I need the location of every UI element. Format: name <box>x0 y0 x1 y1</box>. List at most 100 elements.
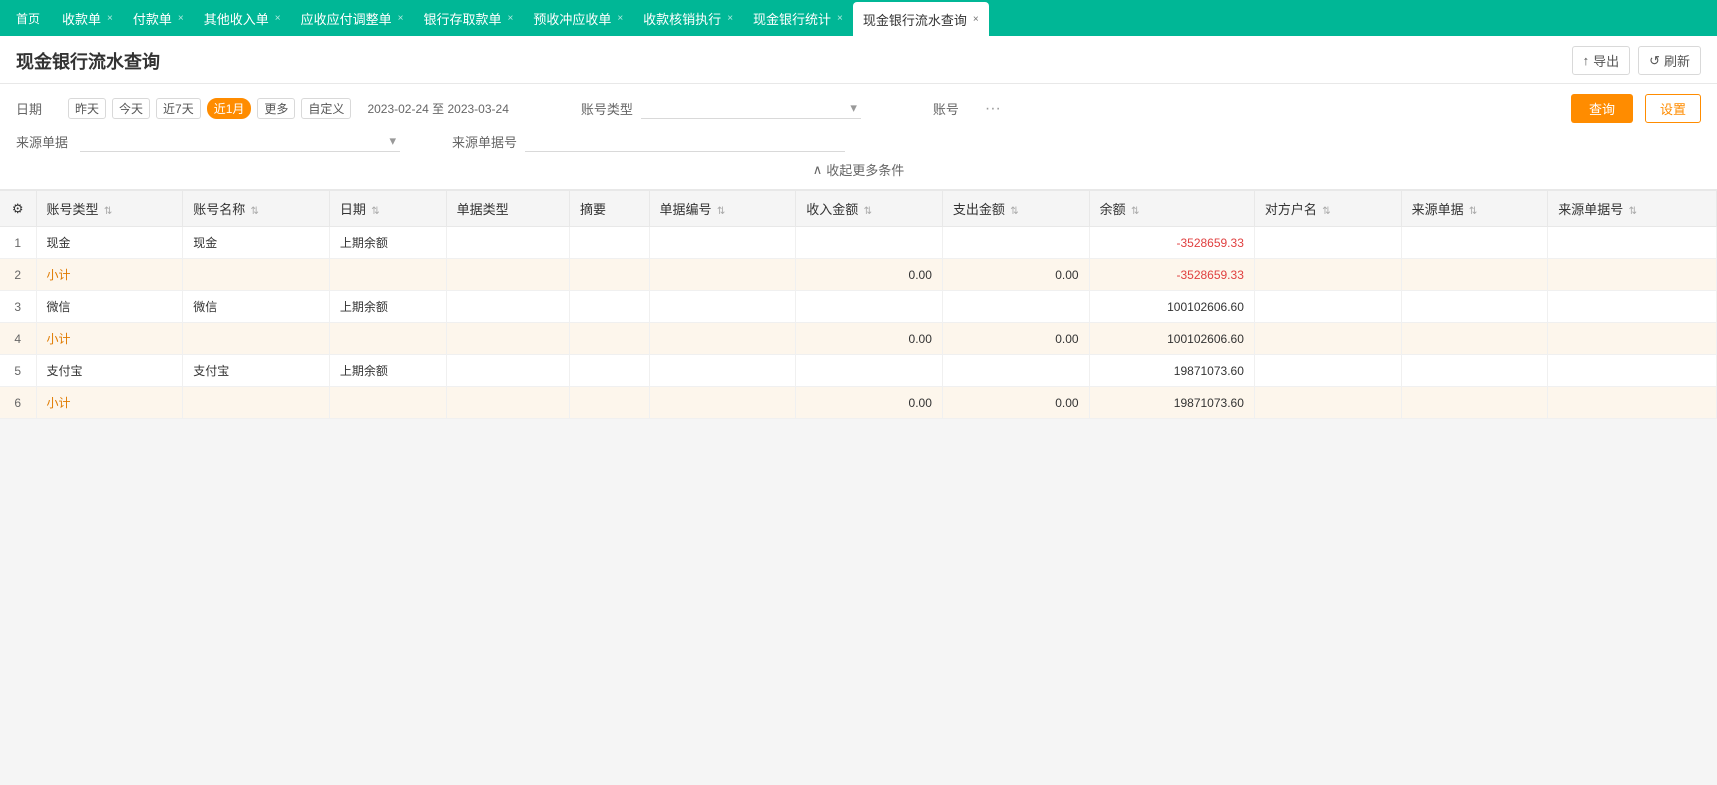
page-header: 现金银行流水查询 ↑ 导出 ↺ 刷新 <box>0 36 1717 84</box>
date-btn-yesterday[interactable]: 昨天 <box>68 98 106 119</box>
export-button[interactable]: ↑ 导出 <box>1572 46 1631 75</box>
cell-source-doc <box>1401 355 1548 387</box>
refresh-button[interactable]: ↺ 刷新 <box>1638 46 1701 75</box>
source-doc-chevron-icon: ▾ <box>389 133 396 149</box>
close-tab-4[interactable]: × <box>507 13 513 24</box>
cell-counterpart <box>1254 259 1401 291</box>
close-tab-2[interactable]: × <box>275 13 281 24</box>
close-tab-0[interactable]: × <box>107 13 113 24</box>
col-counterpart[interactable]: 对方户名 ⇅ <box>1254 191 1401 227</box>
cell-expense: 0.00 <box>942 323 1089 355</box>
cell-expense: 0.00 <box>942 259 1089 291</box>
close-tab-8[interactable]: × <box>973 14 979 25</box>
cell-balance: -3528659.33 <box>1089 259 1254 291</box>
date-range-display: 2023-02-24 至 2023-03-24 <box>367 100 508 117</box>
cell-balance: 19871073.60 <box>1089 355 1254 387</box>
nav-tab-6[interactable]: 收款核销执行 × <box>633 0 743 36</box>
close-tab-3[interactable]: × <box>398 13 404 24</box>
nav-tab-1[interactable]: 付款单 × <box>123 0 194 36</box>
row-num: 6 <box>0 387 36 419</box>
nav-tab-8[interactable]: 现金银行流水查询 × <box>853 2 989 36</box>
cell-doc-type <box>446 227 569 259</box>
cell-doc-no <box>649 227 796 259</box>
sort-icon-balance: ⇅ <box>1131 206 1139 217</box>
table-row: 1 现金 现金 上期余额 -3528659.33 <box>0 227 1717 259</box>
cell-income: 0.00 <box>796 323 943 355</box>
cell-counterpart <box>1254 355 1401 387</box>
col-income[interactable]: 收入金额 ⇅ <box>796 191 943 227</box>
chevron-down-icon: ▾ <box>850 100 857 116</box>
col-balance[interactable]: 余额 ⇅ <box>1089 191 1254 227</box>
cell-doc-no <box>649 323 796 355</box>
col-source-doc-no[interactable]: 来源单据号 ⇅ <box>1548 191 1717 227</box>
date-btn-today[interactable]: 今天 <box>112 98 150 119</box>
source-doc-label: 来源单据 <box>16 132 68 151</box>
cell-summary <box>570 323 650 355</box>
sort-icon-account-type: ⇅ <box>104 206 112 217</box>
nav-tab-4[interactable]: 银行存取款单 × <box>413 0 523 36</box>
col-summary: 摘要 <box>570 191 650 227</box>
col-expense[interactable]: 支出金额 ⇅ <box>942 191 1089 227</box>
date-btn-custom[interactable]: 自定义 <box>301 98 351 119</box>
cell-expense <box>942 227 1089 259</box>
col-account-name[interactable]: 账号名称 ⇅ <box>183 191 330 227</box>
cell-summary <box>570 355 650 387</box>
cell-date <box>329 259 446 291</box>
cell-counterpart <box>1254 387 1401 419</box>
settings-button[interactable]: 设置 <box>1645 94 1701 123</box>
cell-account-type: 现金 <box>36 227 183 259</box>
date-btn-1month[interactable]: 近1月 <box>207 98 252 119</box>
nav-tab-2[interactable]: 其他收入单 × <box>194 0 291 36</box>
col-source-doc[interactable]: 来源单据 ⇅ <box>1401 191 1548 227</box>
cell-date <box>329 387 446 419</box>
cell-balance: 100102606.60 <box>1089 323 1254 355</box>
data-table: ⚙ 账号类型 ⇅ 账号名称 ⇅ 日期 ⇅ 单据类型 摘要 <box>0 191 1717 419</box>
collapse-bar[interactable]: ∧ 收起更多条件 <box>16 160 1701 179</box>
collapse-icon: ∧ <box>813 162 823 178</box>
cell-account-name <box>183 259 330 291</box>
source-doc-no-input[interactable] <box>525 132 845 152</box>
cell-source-doc-no <box>1548 387 1717 419</box>
nav-tab-5[interactable]: 预收冲应收单 × <box>523 0 633 36</box>
date-btn-more[interactable]: 更多 <box>257 98 295 119</box>
col-account-type[interactable]: 账号类型 ⇅ <box>36 191 183 227</box>
account-type-select[interactable]: ▾ <box>641 98 861 119</box>
cell-balance: 100102606.60 <box>1089 291 1254 323</box>
table-row: 4 小计 0.00 0.00 100102606.60 <box>0 323 1717 355</box>
date-btn-7days[interactable]: 近7天 <box>156 98 201 119</box>
close-tab-5[interactable]: × <box>617 13 623 24</box>
sort-icon-account-name: ⇅ <box>251 206 259 217</box>
close-tab-1[interactable]: × <box>178 13 184 24</box>
nav-tab-0[interactable]: 收款单 × <box>52 0 123 36</box>
table-row: 2 小计 0.00 0.00 -3528659.33 <box>0 259 1717 291</box>
cell-expense <box>942 355 1089 387</box>
cell-date: 上期余额 <box>329 291 446 323</box>
cell-account-type: 小计 <box>36 259 183 291</box>
nav-home[interactable]: 首页 <box>4 10 52 27</box>
account-dots[interactable]: ··· <box>985 100 1001 118</box>
nav-tab-3[interactable]: 应收应付调整单 × <box>291 0 414 36</box>
nav-tab-7[interactable]: 现金银行统计 × <box>743 0 853 36</box>
source-doc-select[interactable]: ▾ <box>80 131 400 152</box>
close-tab-6[interactable]: × <box>727 13 733 24</box>
refresh-icon: ↺ <box>1649 53 1660 69</box>
col-settings[interactable]: ⚙ <box>0 191 36 227</box>
table-row: 3 微信 微信 上期余额 100102606.60 <box>0 291 1717 323</box>
col-date[interactable]: 日期 ⇅ <box>329 191 446 227</box>
col-doc-no[interactable]: 单据编号 ⇅ <box>649 191 796 227</box>
filter-row-2: 来源单据 ▾ 来源单据号 <box>16 131 1701 152</box>
sort-icon-counterpart: ⇅ <box>1322 206 1330 217</box>
cell-expense: 0.00 <box>942 387 1089 419</box>
cell-account-type: 小计 <box>36 323 183 355</box>
query-button[interactable]: 查询 <box>1571 94 1633 123</box>
cell-account-type: 微信 <box>36 291 183 323</box>
cell-doc-type <box>446 387 569 419</box>
sort-icon-expense: ⇅ <box>1010 206 1018 217</box>
cell-source-doc-no <box>1548 323 1717 355</box>
cell-date: 上期余额 <box>329 355 446 387</box>
filter-area: 日期 昨天 今天 近7天 近1月 更多 自定义 2023-02-24 至 202… <box>0 84 1717 190</box>
table-row: 6 小计 0.00 0.00 19871073.60 <box>0 387 1717 419</box>
gear-icon: ⚙ <box>12 201 24 216</box>
close-tab-7[interactable]: × <box>837 13 843 24</box>
top-nav: 首页 收款单 × 付款单 × 其他收入单 × 应收应付调整单 × 银行存取款单 … <box>0 0 1717 36</box>
